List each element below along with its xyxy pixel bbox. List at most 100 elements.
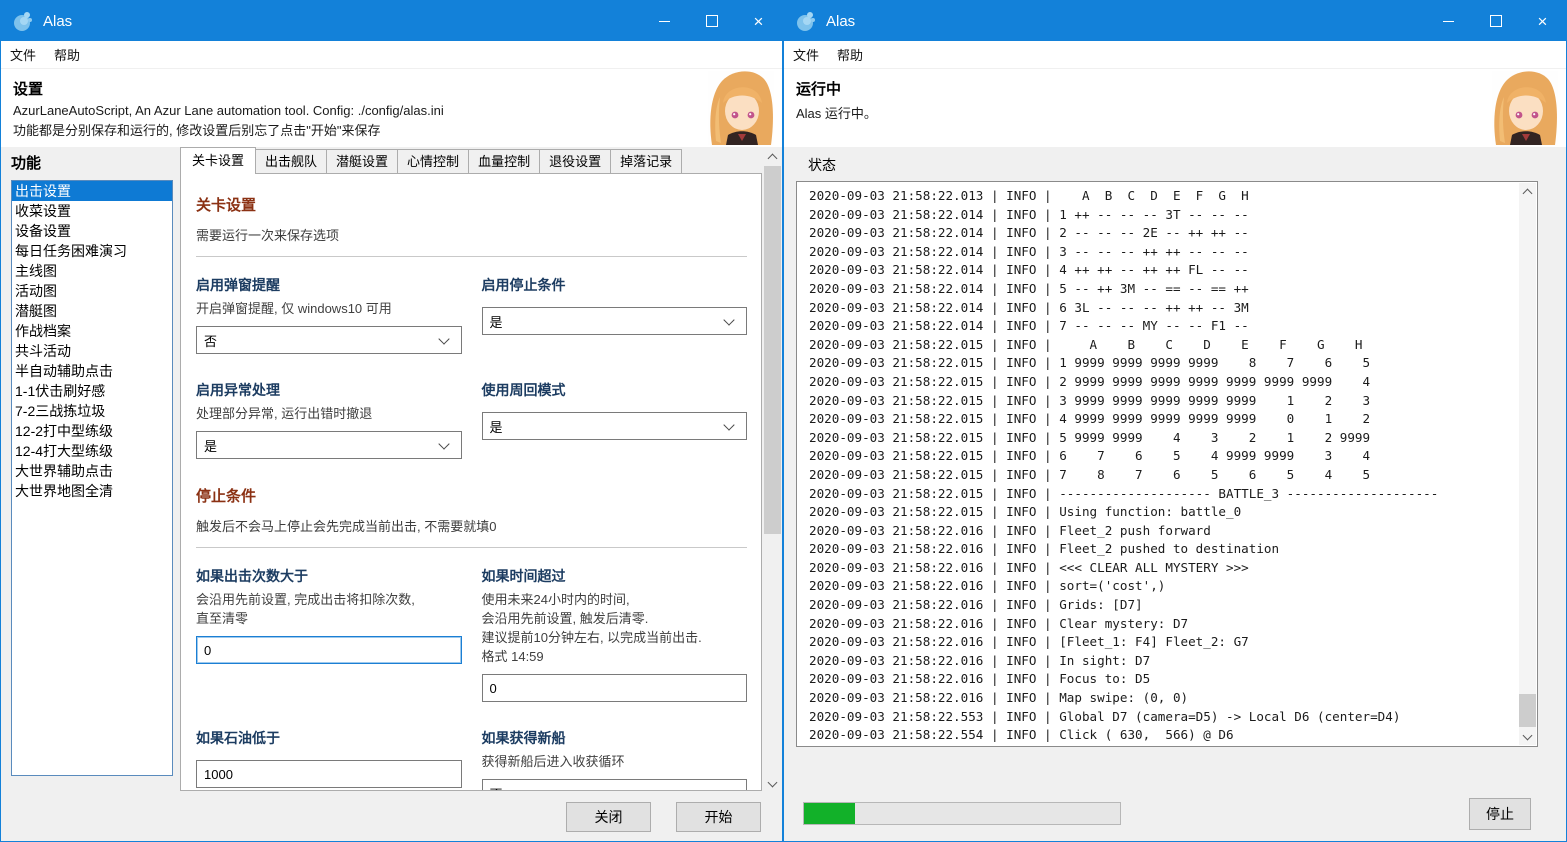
maximize-button[interactable] [688, 1, 735, 41]
sidebar-item[interactable]: 7-2三战拣垃圾 [12, 401, 172, 421]
log-scrollbar[interactable] [1519, 183, 1536, 745]
scrollbar-thumb[interactable] [764, 166, 781, 534]
sidebar-item[interactable]: 12-2打中型练级 [12, 421, 172, 441]
tab-bar: 关卡设置出击舰队潜艇设置心情控制血量控制退役设置掉落记录 [180, 149, 762, 174]
field-label: 启用弹窗提醒 [196, 275, 462, 295]
log-line: 2020-09-03 21:58:22.015 | INFO | 7 8 7 6… [809, 466, 1537, 485]
form-field: 使用周回模式是 [482, 380, 748, 459]
section-heading: 停止条件 [196, 485, 747, 506]
titlebar: Alas × [1, 1, 782, 41]
tab-血量控制[interactable]: 血量控制 [468, 149, 540, 174]
scroll-down-icon[interactable] [1519, 728, 1536, 745]
tab-心情控制[interactable]: 心情控制 [397, 149, 469, 174]
start-button[interactable]: 开始 [676, 802, 761, 832]
alas-logo-icon [796, 10, 816, 32]
menu-file[interactable]: 文件 [784, 41, 828, 68]
menu-file[interactable]: 文件 [1, 41, 45, 68]
form-field: 如果石油低于 1000 [196, 728, 462, 791]
stop-button[interactable]: 停止 [1469, 798, 1531, 830]
menu-help[interactable]: 帮助 [45, 41, 89, 68]
sidebar-item[interactable]: 主线图 [12, 261, 172, 281]
sidebar-item[interactable]: 1-1伏击刷好感 [12, 381, 172, 401]
scroll-up-icon[interactable] [764, 148, 781, 165]
tab-潜艇设置[interactable]: 潜艇设置 [326, 149, 398, 174]
scroll-up-icon[interactable] [1519, 183, 1536, 200]
sidebar-item[interactable]: 12-4打大型练级 [12, 441, 172, 461]
field-label: 如果石油低于 [196, 728, 462, 748]
avatar [1492, 71, 1558, 145]
log-line: 2020-09-03 21:58:22.016 | INFO | Fleet_2… [809, 540, 1537, 559]
sidebar-item[interactable]: 半自动辅助点击 [12, 361, 172, 381]
sidebar-item[interactable]: 每日任务困难演习 [12, 241, 172, 261]
field-hint: 格式 14:59 [482, 647, 748, 666]
section-subheading: 需要运行一次来保存选项 [196, 225, 747, 244]
tab-出击舰队[interactable]: 出击舰队 [255, 149, 327, 174]
sidebar-item[interactable]: 收菜设置 [12, 201, 172, 221]
log-line: 2020-09-03 21:58:22.016 | INFO | In sigh… [809, 652, 1537, 671]
chevron-down-icon [438, 333, 449, 344]
tab-退役设置[interactable]: 退役设置 [539, 149, 611, 174]
dropdown-使用周回模式[interactable]: 是 [482, 412, 748, 440]
progress-bar [803, 802, 1121, 825]
settings-footer: 关闭 开始 [1, 794, 782, 841]
log-line: 2020-09-03 21:58:22.014 | INFO | 4 ++ ++… [809, 261, 1537, 280]
log-line: 2020-09-03 21:58:22.016 | INFO | Clear m… [809, 615, 1537, 634]
menu-help[interactable]: 帮助 [828, 41, 872, 68]
log-body: 状态 2020-09-03 21:58:22.013 | INFO | A B … [784, 147, 1566, 794]
field-hint: 会沿用先前设置, 完成出击将扣除次数, [196, 590, 462, 609]
dropdown-启用异常处理[interactable]: 是 [196, 431, 462, 459]
dropdown-value: 否 [204, 331, 217, 350]
log-line: 2020-09-03 21:58:22.015 | INFO | A B C D… [809, 336, 1537, 355]
divider [196, 256, 747, 257]
close-icon[interactable]: × [735, 1, 782, 41]
settings-body: 功能 出击设置收菜设置设备设置每日任务困难演习主线图活动图潜艇图作战档案共斗活动… [1, 147, 782, 794]
settings-form: 关卡设置需要运行一次来保存选项启用弹窗提醒开启弹窗提醒, 仅 windows10… [181, 174, 761, 791]
scrollbar-thumb[interactable] [1519, 694, 1536, 727]
chevron-down-icon [438, 438, 449, 449]
close-button[interactable]: 关闭 [566, 802, 651, 832]
field-label: 启用停止条件 [482, 275, 748, 295]
input-如果出击次数大于[interactable]: 0 [196, 636, 462, 664]
sidebar-item[interactable]: 出击设置 [12, 181, 172, 201]
sidebar-item[interactable]: 大世界地图全清 [12, 481, 172, 501]
maximize-button[interactable] [1472, 1, 1519, 41]
log-line: 2020-09-03 21:58:22.014 | INFO | 7 -- --… [809, 317, 1537, 336]
dropdown-启用弹窗提醒[interactable]: 否 [196, 326, 462, 354]
sidebar-item[interactable]: 活动图 [12, 281, 172, 301]
sidebar-item[interactable]: 设备设置 [12, 221, 172, 241]
tab-掉落记录[interactable]: 掉落记录 [610, 149, 682, 174]
dropdown-如果获得新船[interactable]: 否 [482, 779, 748, 791]
minimize-button[interactable] [1425, 1, 1472, 41]
log-line: 2020-09-03 21:58:22.015 | INFO | 4 9999 … [809, 410, 1537, 429]
sidebar-item[interactable]: 作战档案 [12, 321, 172, 341]
form-row: 启用弹窗提醒开启弹窗提醒, 仅 windows10 可用否启用停止条件是 [196, 275, 747, 354]
form-row: 如果石油低于1000如果获得新船获得新船后进入收获循环否 [196, 728, 747, 791]
dropdown-启用停止条件[interactable]: 是 [482, 307, 748, 335]
header-description: AzurLaneAutoScript, An Azur Lane automat… [1, 102, 782, 119]
sidebar-item[interactable]: 大世界辅助点击 [12, 461, 172, 481]
log-line: 2020-09-03 21:58:22.015 | INFO | 2 9999 … [809, 373, 1537, 392]
menubar: 文件 帮助 [1, 41, 782, 69]
settings-scrollbar[interactable] [764, 148, 781, 792]
log-line: 2020-09-03 21:58:22.015 | INFO | 1 9999 … [809, 354, 1537, 373]
sidebar-item[interactable]: 共斗活动 [12, 341, 172, 361]
input-如果石油低于[interactable]: 1000 [196, 760, 462, 788]
field-hint: 使用未来24小时内的时间, [482, 590, 748, 609]
minimize-button[interactable] [641, 1, 688, 41]
log-line: 2020-09-03 21:58:22.015 | INFO | 6 7 6 5… [809, 447, 1537, 466]
field-hint: 建议提前10分钟左右, 以完成当前出击. [482, 628, 748, 647]
scroll-down-icon[interactable] [764, 775, 781, 792]
form-field: 启用弹窗提醒开启弹窗提醒, 仅 windows10 可用否 [196, 275, 462, 354]
settings-header: 设置 AzurLaneAutoScript, An Azur Lane auto… [1, 69, 782, 148]
input-如果时间超过[interactable]: 0 [482, 674, 748, 702]
tab-关卡设置[interactable]: 关卡设置 [180, 147, 256, 174]
sidebar-item[interactable]: 潜艇图 [12, 301, 172, 321]
field-hint: 获得新船后进入收获循环 [482, 752, 748, 771]
form-field: 启用异常处理处理部分异常, 运行出错时撤退是 [196, 380, 462, 459]
chevron-down-icon [723, 314, 734, 325]
section-subheading: 触发后不会马上停止会先完成当前出击, 不需要就填0 [196, 516, 747, 535]
close-icon[interactable]: × [1519, 1, 1566, 41]
dropdown-value: 是 [490, 417, 503, 436]
log-line: 2020-09-03 21:58:22.014 | INFO | 2 -- --… [809, 224, 1537, 243]
field-hint: 开启弹窗提醒, 仅 windows10 可用 [196, 299, 462, 318]
